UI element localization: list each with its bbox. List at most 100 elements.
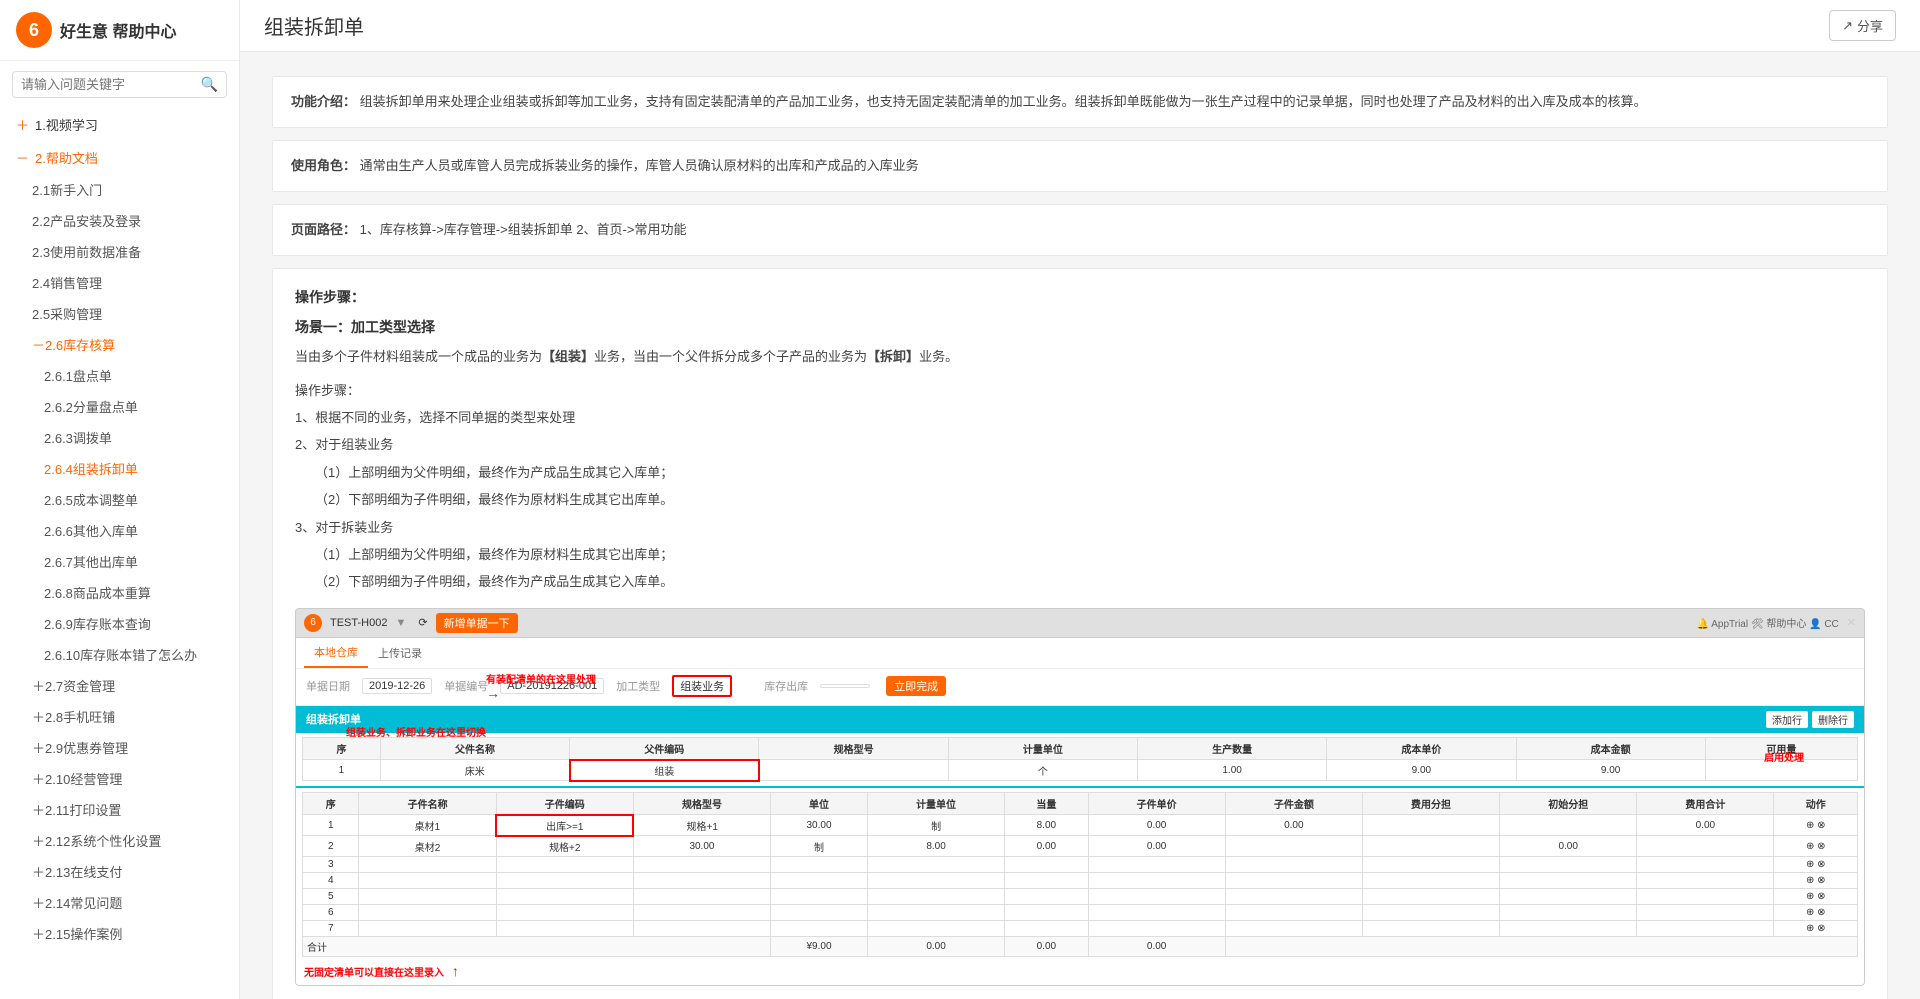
plus-icon-2-15: ＋ (32, 924, 45, 943)
screenshot-table1: 序 父件名称 父件编码 规格型号 计量单位 生产数量 成本单价 成本金额 可用量 (302, 737, 1858, 782)
total-v4: 0.00 (1088, 936, 1225, 956)
sidebar-item-2-10[interactable]: ＋ 2.10经营管理 (0, 763, 239, 794)
table2-col-total: 费用合计 (1637, 792, 1774, 815)
annotation-2-container: 组装业务、拆卸业务在这里切换 (346, 723, 486, 739)
t1-cell-spec (759, 760, 948, 781)
intro-block: 功能介绍： 组装拆卸单用来处理企业组装或拆卸等加工业务，支持有固定装配清单的产品… (272, 76, 1888, 128)
sidebar-item-label-1: 1.视频学习 (35, 115, 98, 134)
sidebar-item-label-2-6-6: 2.6.6其他入库单 (44, 524, 138, 539)
form-type-label: 加工类型 (616, 678, 660, 694)
sidebar-item-2-2[interactable]: 2.2产品安装及登录 (0, 205, 239, 236)
sidebar-item-2-6-10[interactable]: 2.6.10库存账本错了怎么办 (0, 639, 239, 670)
sidebar-item-label-2-2: 2.2产品安装及登录 (32, 211, 141, 230)
sidebar: 6 好生意 帮助中心 🔍 ＋ 1.视频学习 － 2.帮助文档 2.1新手入门 2… (0, 0, 240, 999)
share-label: 分享 (1857, 16, 1883, 35)
form-date-val: 2019-12-26 (362, 678, 432, 694)
sidebar-item-label-2: 2.帮助文档 (35, 148, 98, 167)
sidebar-item-2-6-8[interactable]: 2.6.8商品成本重算 (0, 577, 239, 608)
plus-icon-2-14: ＋ (32, 893, 45, 912)
minus-icon-2-6: － (32, 335, 45, 354)
sidebar-item-2-8[interactable]: ＋ 2.8手机旺铺 (0, 701, 239, 732)
sidebar-item-2-12[interactable]: ＋ 2.12系统个性化设置 (0, 825, 239, 856)
path-block: 页面路径： 1、库存核算->库存管理->组装拆卸单 2、首页->常用功能 (272, 204, 1888, 256)
screenshot-tab-2[interactable]: 上传记录 (368, 639, 432, 667)
table-row: 4 ⊕ ⊗ (303, 872, 1858, 888)
annotation-arrow-1: → (486, 685, 500, 701)
steps-title: 操作步骤： (295, 379, 1865, 402)
screenshot-shop-id: TEST-H002 (330, 617, 387, 629)
screenshot-add-row-btn[interactable]: 添加行 (1766, 711, 1808, 728)
sidebar-item-2-4[interactable]: 2.4销售管理 (0, 267, 239, 298)
sidebar-item-2-3[interactable]: 2.3使用前数据准备 (0, 236, 239, 267)
sidebar-item-label-2-1: 2.1新手入门 (32, 180, 102, 199)
sidebar-item-2-6-4[interactable]: 2.6.4组装拆卸单 (0, 453, 239, 484)
table-total-row: 合计 ¥9.00 0.00 0.00 0.00 (303, 936, 1858, 956)
plus-icon-2-11: ＋ (32, 800, 45, 819)
step2: 2、对于组装业务 (295, 433, 1865, 456)
table2-col-cost: 费用分担 (1362, 792, 1499, 815)
t1-cell-price: 9.00 (1327, 760, 1516, 781)
screenshot-refresh-icon: ⟳ (418, 616, 427, 629)
sidebar-item-label-2-6-9: 2.6.9库存账本查询 (44, 617, 151, 632)
table2-col-price: 子件单价 (1088, 792, 1225, 815)
screenshot-confirm-btn[interactable]: 立即完成 (886, 676, 946, 696)
form-store-label: 库存出库 (764, 678, 808, 694)
plus-icon-2-9: ＋ (32, 738, 45, 757)
sidebar-item-2-6-3[interactable]: 2.6.3调拨单 (0, 422, 239, 453)
top-bar: 组装拆卸单 ↗ 分享 (240, 0, 1920, 52)
sidebar-item-2[interactable]: － 2.帮助文档 (0, 141, 239, 174)
sidebar-item-2-6[interactable]: － 2.6库存核算 (0, 329, 239, 360)
screenshot-logo: 6 (304, 614, 322, 632)
screenshot-sub-header-buttons: 添加行 删除行 (1766, 711, 1854, 728)
share-button[interactable]: ↗ 分享 (1829, 10, 1896, 41)
content-area: 功能介绍： 组装拆卸单用来处理企业组装或拆卸等加工业务，支持有固定装配清单的产品… (240, 52, 1920, 999)
screenshot-new-btn[interactable]: 新增单据一下 (436, 613, 518, 633)
search-box[interactable]: 🔍 (12, 71, 227, 98)
table-row: 3 ⊕ ⊗ (303, 856, 1858, 872)
annotation-3-container: 启用处理 (1764, 748, 1804, 764)
search-input[interactable] (21, 77, 201, 92)
table1-col-seq: 序 (303, 737, 381, 760)
screenshot-dropdown-icon: ▼ (395, 617, 406, 629)
sidebar-item-2-6-9[interactable]: 2.6.9库存账本查询 (0, 608, 239, 639)
sidebar-item-2-6-1[interactable]: 2.6.1盘点单 (0, 360, 239, 391)
table-row: 1 桌材1 出库>=1 规格+1 30.00 制 8.00 0.00 0.00 (303, 815, 1858, 836)
sidebar-item-label-2-6-7: 2.6.7其他出库单 (44, 555, 138, 570)
search-button[interactable]: 🔍 (201, 76, 218, 93)
plus-icon-2-13: ＋ (32, 862, 45, 881)
sidebar-item-2-6-2[interactable]: 2.6.2分量盘点单 (0, 391, 239, 422)
step3: 3、对于拆装业务 (295, 516, 1865, 539)
sidebar-item-label-2-9: 2.9优惠券管理 (45, 738, 128, 757)
annotation-3: 启用处理 (1764, 753, 1804, 764)
sidebar-item-2-14[interactable]: ＋ 2.14常见问题 (0, 887, 239, 918)
total-spacer (1225, 936, 1857, 956)
table-row: 6 ⊕ ⊗ (303, 904, 1858, 920)
sidebar-item-label-2-11: 2.11打印设置 (45, 800, 121, 819)
sidebar-item-label-2-6-5: 2.6.5成本调整单 (44, 493, 138, 508)
screenshot-del-row-btn[interactable]: 删除行 (1812, 711, 1854, 728)
annotation-4-container: 无固定清单可以直接在这里录入 ↑ (302, 961, 1858, 981)
sidebar-item-2-6-6[interactable]: 2.6.6其他入库单 (0, 515, 239, 546)
sidebar-item-2-5[interactable]: 2.5采购管理 (0, 298, 239, 329)
table2-col-eq: 当量 (1005, 792, 1088, 815)
table2-col-seq: 序 (303, 792, 359, 815)
sidebar-item-2-15[interactable]: ＋ 2.15操作案例 (0, 918, 239, 949)
scene-desc: 当由多个子件材料组装成一个成品的业务为【组装】业务，当由一个父件拆分成多个子产品… (295, 345, 1865, 368)
page-title: 组装拆卸单 (264, 11, 364, 40)
sidebar-item-2-11[interactable]: ＋ 2.11打印设置 (0, 794, 239, 825)
sidebar-item-2-6-5[interactable]: 2.6.5成本调整单 (0, 484, 239, 515)
sidebar-item-1[interactable]: ＋ 1.视频学习 (0, 108, 239, 141)
table1-col-spec: 规格型号 (759, 737, 948, 760)
role-text: 通常由生产人员或库管人员完成拆装业务的操作，库管人员确认原材料的出库和产成品的入… (360, 158, 919, 173)
sidebar-item-2-7[interactable]: ＋ 2.7资金管理 (0, 670, 239, 701)
sidebar-item-2-13[interactable]: ＋ 2.13在线支付 (0, 856, 239, 887)
sidebar-item-2-9[interactable]: ＋ 2.9优惠券管理 (0, 732, 239, 763)
sidebar-item-label-2-6-3: 2.6.3调拨单 (44, 431, 112, 446)
sidebar-item-2-1[interactable]: 2.1新手入门 (0, 174, 239, 205)
sidebar-item-2-6-7[interactable]: 2.6.7其他出库单 (0, 546, 239, 577)
total-v2: 0.00 (867, 936, 1004, 956)
steps-block: 操作步骤： 场景一：加工类型选择 当由多个子件材料组装成一个成品的业务为【组装】… (272, 268, 1888, 999)
table2-col-action: 动作 (1774, 792, 1858, 815)
path-label: 页面路径： (291, 222, 356, 237)
screenshot-tab-1[interactable]: 本地仓库 (304, 638, 368, 668)
